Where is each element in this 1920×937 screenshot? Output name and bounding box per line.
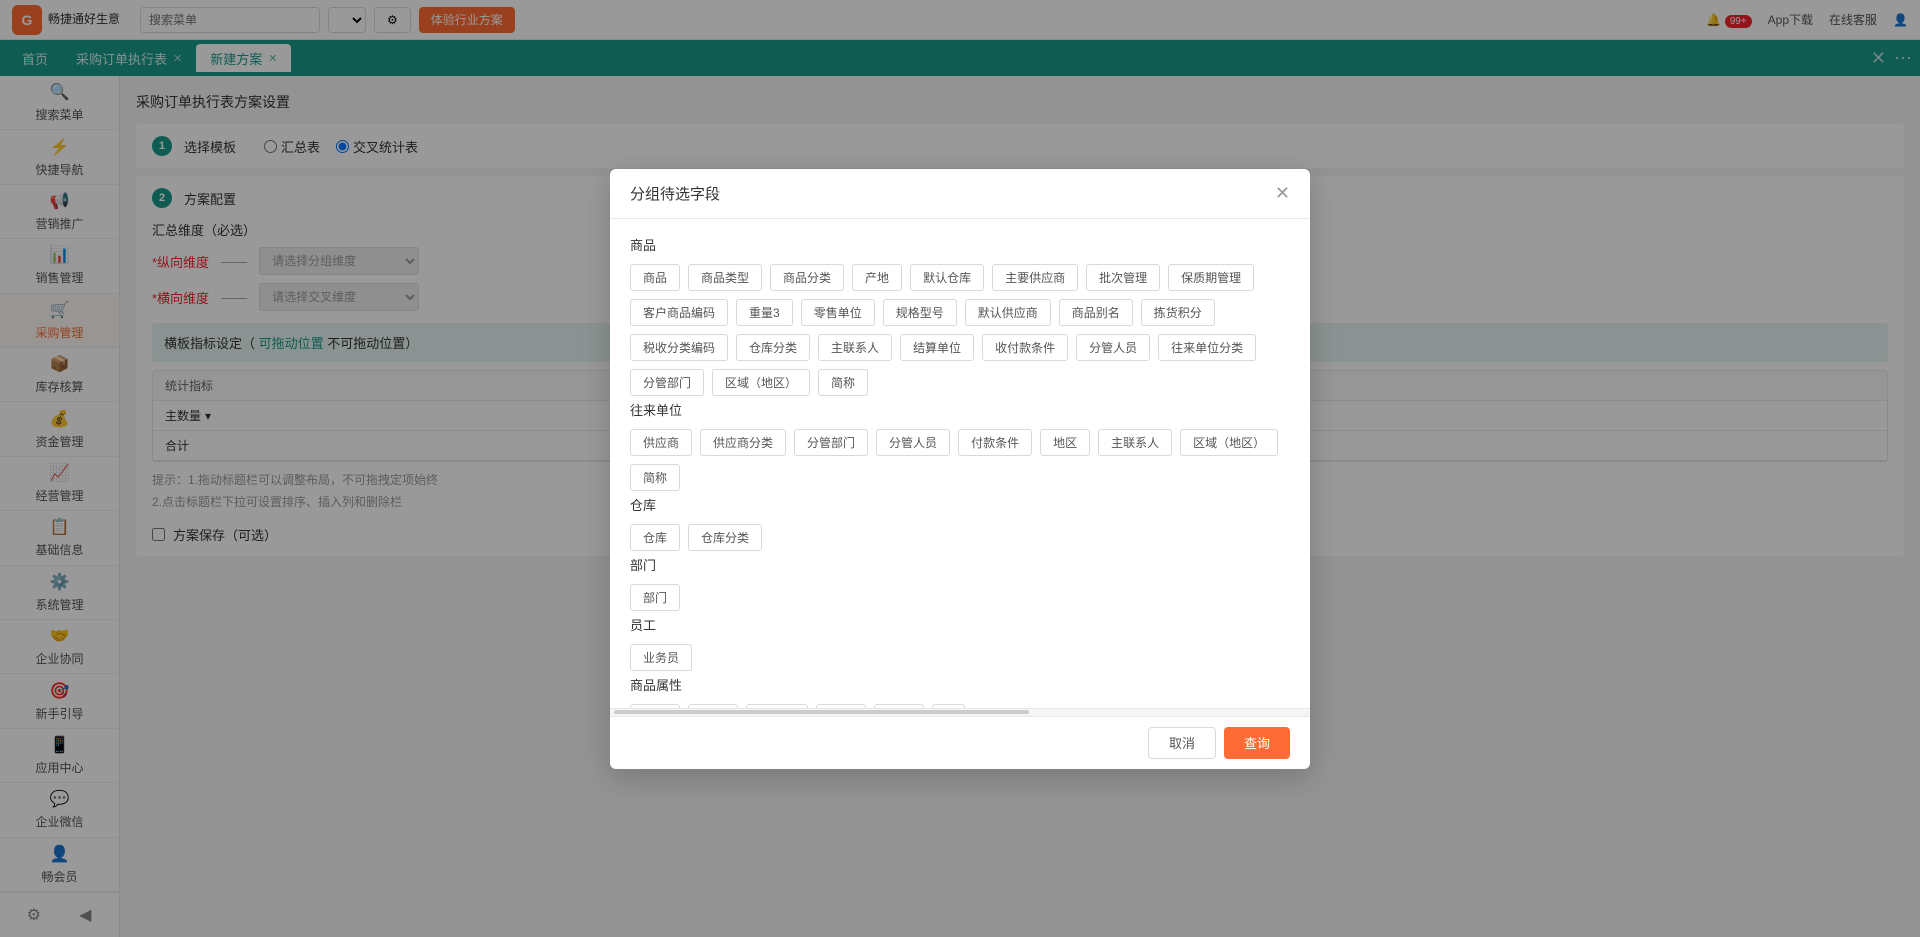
chip-goods-18[interactable]: 结算单位 <box>900 334 974 361</box>
chip-goods-4[interactable]: 默认仓库 <box>910 264 984 291</box>
goods-chips: 商品 商品类型 商品分类 产地 默认仓库 主要供应商 批次管理 保质期管理 客户… <box>630 264 1290 396</box>
chip-goods-9[interactable]: 重量3 <box>736 299 793 326</box>
chip-goods-22[interactable]: 分管部门 <box>630 369 704 396</box>
hscroll-thumb <box>614 710 1029 714</box>
department-chips: 部门 <box>630 584 1290 611</box>
chip-goods-16[interactable]: 仓库分类 <box>736 334 810 361</box>
employee-chips: 业务员 <box>630 644 1290 671</box>
chip-goods-17[interactable]: 主联系人 <box>818 334 892 361</box>
chip-goods-14[interactable]: 拣货积分 <box>1141 299 1215 326</box>
chip-goods-7[interactable]: 保质期管理 <box>1168 264 1254 291</box>
chip-goods-6[interactable]: 批次管理 <box>1086 264 1160 291</box>
chip-partner-2[interactable]: 分管部门 <box>794 429 868 456</box>
section-warehouse: 仓库 仓库 仓库分类 <box>630 495 1290 551</box>
modal-confirm-btn[interactable]: 查询 <box>1224 727 1290 759</box>
chip-partner-7[interactable]: 区域（地区） <box>1180 429 1278 456</box>
section-warehouse-title: 仓库 <box>630 495 1290 514</box>
chip-goods-5[interactable]: 主要供应商 <box>992 264 1078 291</box>
chip-goods-8[interactable]: 客户商品编码 <box>630 299 728 326</box>
chip-goods-13[interactable]: 商品别名 <box>1059 299 1133 326</box>
modal-body[interactable]: 商品 商品 商品类型 商品分类 产地 默认仓库 主要供应商 批次管理 保质期管理… <box>610 219 1310 709</box>
section-partner: 往来单位 供应商 供应商分类 分管部门 分管人员 付款条件 地区 主联系人 区域… <box>630 400 1290 491</box>
chip-employee-0[interactable]: 业务员 <box>630 644 692 671</box>
chip-partner-5[interactable]: 地区 <box>1040 429 1090 456</box>
section-goods-title: 商品 <box>630 235 1290 254</box>
section-employee: 员工 业务员 <box>630 615 1290 671</box>
modal-title: 分组待选字段 <box>630 183 720 204</box>
modal-footer: 取消 查询 <box>610 716 1310 769</box>
chip-goods-3[interactable]: 产地 <box>852 264 902 291</box>
section-department-title: 部门 <box>630 555 1290 574</box>
warehouse-chips: 仓库 仓库分类 <box>630 524 1290 551</box>
chip-partner-6[interactable]: 主联系人 <box>1098 429 1172 456</box>
modal-close-btn[interactable]: ✕ <box>1275 184 1290 202</box>
chip-goods-1[interactable]: 商品类型 <box>688 264 762 291</box>
section-goods: 商品 商品 商品类型 商品分类 产地 默认仓库 主要供应商 批次管理 保质期管理… <box>630 235 1290 396</box>
chip-goods-15[interactable]: 税收分类编码 <box>630 334 728 361</box>
chip-goods-20[interactable]: 分管人员 <box>1076 334 1150 361</box>
chip-partner-0[interactable]: 供应商 <box>630 429 692 456</box>
chip-partner-1[interactable]: 供应商分类 <box>700 429 786 456</box>
chip-warehouse-1[interactable]: 仓库分类 <box>688 524 762 551</box>
chip-goods-24[interactable]: 简称 <box>818 369 868 396</box>
chip-goods-12[interactable]: 默认供应商 <box>965 299 1051 326</box>
section-product-attr-title: 商品属性 <box>630 675 1290 694</box>
chip-partner-4[interactable]: 付款条件 <box>958 429 1032 456</box>
section-employee-title: 员工 <box>630 615 1290 634</box>
field-select-modal: 分组待选字段 ✕ 商品 商品 商品类型 商品分类 产地 默认仓库 主要供应商 批… <box>610 169 1310 769</box>
section-partner-title: 往来单位 <box>630 400 1290 419</box>
chip-goods-0[interactable]: 商品 <box>630 264 680 291</box>
chip-goods-23[interactable]: 区域（地区） <box>712 369 810 396</box>
chip-goods-19[interactable]: 收付款条件 <box>982 334 1068 361</box>
partner-chips: 供应商 供应商分类 分管部门 分管人员 付款条件 地区 主联系人 区域（地区） … <box>630 429 1290 491</box>
chip-partner-3[interactable]: 分管人员 <box>876 429 950 456</box>
section-product-attr: 商品属性 属性 颜色 多规格 尺码 鞋码 1 <box>630 675 1290 709</box>
chip-partner-8[interactable]: 简称 <box>630 464 680 491</box>
chip-goods-21[interactable]: 往来单位分类 <box>1158 334 1256 361</box>
modal-cancel-btn[interactable]: 取消 <box>1148 727 1216 759</box>
chip-goods-11[interactable]: 规格型号 <box>883 299 957 326</box>
modal-hscrollbar[interactable] <box>610 708 1310 715</box>
modal-header: 分组待选字段 ✕ <box>610 169 1310 219</box>
chip-warehouse-0[interactable]: 仓库 <box>630 524 680 551</box>
chip-department-0[interactable]: 部门 <box>630 584 680 611</box>
chip-goods-10[interactable]: 零售单位 <box>801 299 875 326</box>
chip-goods-2[interactable]: 商品分类 <box>770 264 844 291</box>
section-department: 部门 部门 <box>630 555 1290 611</box>
